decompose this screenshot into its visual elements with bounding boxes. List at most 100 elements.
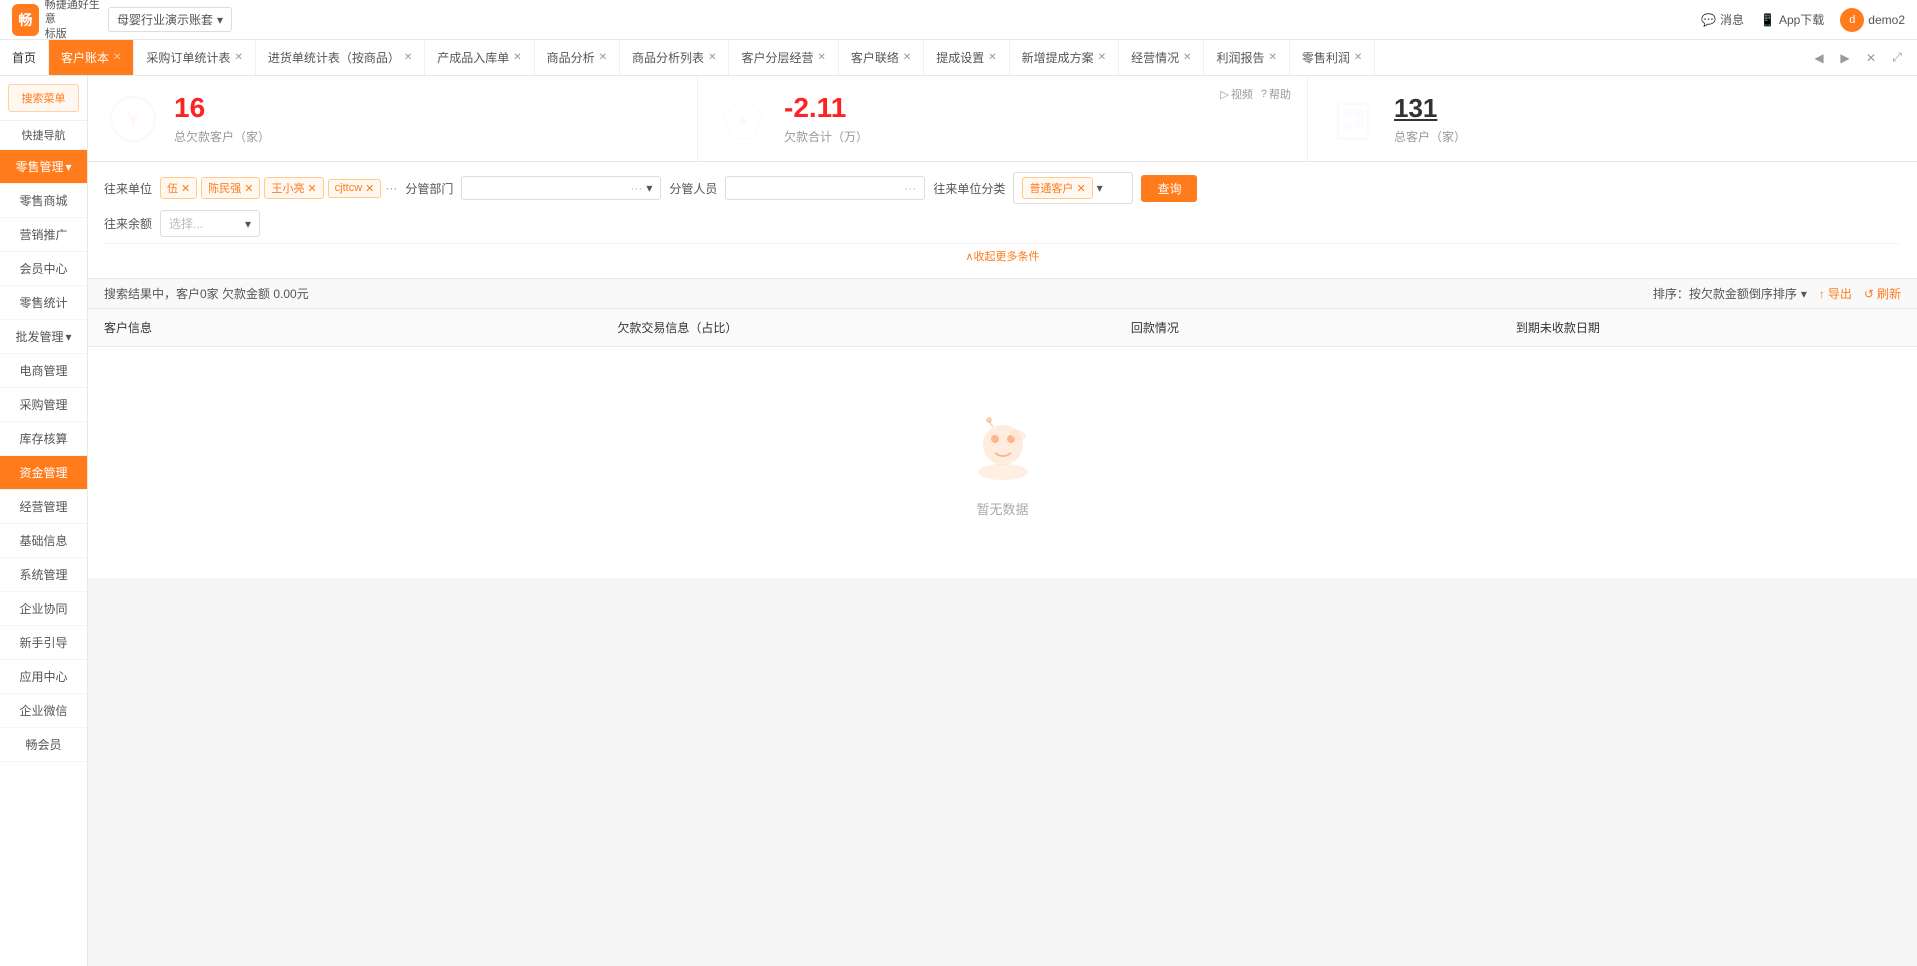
sidebar-quick-nav[interactable]: 快捷导航 <box>0 121 87 150</box>
sidebar-item-member-center[interactable]: 会员中心 <box>0 252 87 286</box>
sidebar-item-purchase[interactable]: 采购管理 <box>0 388 87 422</box>
nav-next-button[interactable]: ▶ <box>1833 46 1857 70</box>
tab-add-commission[interactable]: 新增提成方案 ✕ <box>1010 40 1119 75</box>
sidebar-item-corp-collab[interactable]: 企业协同 <box>0 592 87 626</box>
play-icon: ▷ <box>1220 88 1228 101</box>
sidebar: 搜索菜单 快捷导航 零售管理 ▾ 零售商城 营销推广 会员中心 零售统计 批发管… <box>0 76 88 966</box>
sidebar-item-inventory[interactable]: 库存核算 <box>0 422 87 456</box>
money-icon: ¥ <box>108 94 158 144</box>
sort-button[interactable]: 排序：按欠款金额倒序排序 ▾ <box>1653 285 1807 302</box>
sidebar-item-retail-stats[interactable]: 零售统计 <box>0 286 87 320</box>
tab-commission-settings[interactable]: 提成设置 ✕ <box>924 40 1009 75</box>
result-info: 搜索结果中，客户0家 欠款金额 0.00元 <box>104 285 309 302</box>
tab-production-in[interactable]: 产成品入库单 ✕ <box>425 40 534 75</box>
remove-tag-2[interactable]: ✕ <box>307 182 316 195</box>
remove-category-tag[interactable]: ✕ <box>1076 182 1085 195</box>
empty-illustration <box>963 407 1043 487</box>
more-tags-button[interactable]: ··· <box>385 181 397 195</box>
close-icon[interactable]: ✕ <box>234 52 242 63</box>
sidebar-item-member[interactable]: 畅会员 <box>0 728 87 762</box>
close-icon[interactable]: ✕ <box>903 52 911 63</box>
close-icon[interactable]: ✕ <box>513 52 521 63</box>
sidebar-item-operations[interactable]: 经营管理 <box>0 490 87 524</box>
tab-retail-profit[interactable]: 零售利润 ✕ <box>1290 40 1375 75</box>
sidebar-item-retail-manage[interactable]: 零售管理 ▾ <box>0 150 87 184</box>
video-link[interactable]: ▷ 视频 <box>1220 86 1252 102</box>
stat-label-total: 总客户（家） <box>1394 128 1466 145</box>
close-icon[interactable]: ✕ <box>113 52 121 63</box>
close-icon[interactable]: ✕ <box>1354 52 1362 63</box>
logo-icon: 畅 <box>12 4 39 36</box>
logo-area: 畅 畅捷通好生意 标版 <box>12 0 100 41</box>
message-button[interactable]: 💬 消息 <box>1701 11 1744 28</box>
sidebar-item-wholesale-manage[interactable]: 批发管理 ▾ <box>0 320 87 354</box>
nav-close-all-button[interactable]: ✕ <box>1859 46 1883 70</box>
stat-value-total: 131 <box>1394 93 1466 124</box>
dept-select[interactable]: ··· ▾ <box>461 176 661 200</box>
tab-customer-tier[interactable]: 客户分层经营 ✕ <box>729 40 838 75</box>
result-bar: 搜索结果中，客户0家 欠款金额 0.00元 排序：按欠款金额倒序排序 ▾ ↑ 导… <box>88 279 1917 309</box>
remove-tag-0[interactable]: ✕ <box>181 182 190 195</box>
building-icon <box>1328 94 1378 144</box>
phone-icon: 📱 <box>1760 13 1775 27</box>
chevron-down-icon: ▾ <box>245 217 251 231</box>
close-icon[interactable]: ✕ <box>988 52 996 63</box>
stat-value-customers: 16 <box>174 92 270 124</box>
empty-state: 暂无数据 <box>88 347 1917 578</box>
nav-prev-button[interactable]: ◀ <box>1807 46 1831 70</box>
nav-fullscreen-button[interactable]: ⤢ <box>1885 46 1909 70</box>
category-tag: 普通客户 ✕ <box>1022 177 1092 199</box>
sidebar-item-ecommerce[interactable]: 电商管理 <box>0 354 87 388</box>
person-select[interactable]: ··· <box>725 176 925 200</box>
tab-goods-analysis[interactable]: 商品分析 ✕ <box>535 40 620 75</box>
close-icon[interactable]: ✕ <box>599 52 607 63</box>
tab-profit-report[interactable]: 利润报告 ✕ <box>1204 40 1289 75</box>
unit-tags: 伍 ✕ 陈民强 ✕ 王小亮 ✕ cjttcw ✕ ··· <box>160 177 397 199</box>
help-link[interactable]: ? 帮助 <box>1261 86 1291 102</box>
sidebar-item-app-center[interactable]: 应用中心 <box>0 660 87 694</box>
more-icon: ··· <box>630 181 642 195</box>
sidebar-item-finance[interactable]: 资金管理 <box>0 456 87 490</box>
system-select[interactable]: 母婴行业演示账套 ▾ <box>108 7 232 32</box>
sidebar-item-new-guide[interactable]: 新手引导 <box>0 626 87 660</box>
sidebar-item-basic-info[interactable]: 基础信息 <box>0 524 87 558</box>
stat-info-total: 131 总客户（家） <box>1394 93 1466 145</box>
close-icon[interactable]: ✕ <box>1098 52 1106 63</box>
close-icon[interactable]: ✕ <box>817 52 825 63</box>
sidebar-item-enterprise-wechat[interactable]: 企业微信 <box>0 694 87 728</box>
close-icon[interactable]: ✕ <box>708 52 716 63</box>
app-download-button[interactable]: 📱 App下载 <box>1760 11 1824 28</box>
diamond-icon: ◆ <box>718 94 768 144</box>
search-menu-button[interactable]: 搜索菜单 <box>8 84 79 112</box>
refresh-button[interactable]: ↺ 刷新 <box>1864 285 1901 302</box>
sidebar-item-system[interactable]: 系统管理 <box>0 558 87 592</box>
tab-purchase-stats[interactable]: 进货单统计表（按商品） ✕ <box>256 40 425 75</box>
tab-customer-contact[interactable]: 客户联络 ✕ <box>839 40 924 75</box>
tab-purchase-order[interactable]: 采购订单统计表 ✕ <box>134 40 255 75</box>
table-col-customer: 客户信息 <box>104 319 617 336</box>
close-icon[interactable]: ✕ <box>404 52 412 63</box>
tab-goods-analysis-list[interactable]: 商品分析列表 ✕ <box>620 40 729 75</box>
chevron-down-icon: ▾ <box>1801 287 1807 301</box>
user-menu[interactable]: d demo2 <box>1840 8 1905 32</box>
close-icon[interactable]: ✕ <box>1183 52 1191 63</box>
tab-customer-account[interactable]: 客户账本 ✕ <box>49 40 134 75</box>
export-button[interactable]: ↑ 导出 <box>1819 285 1852 302</box>
stat-label-customers: 总欠款客户（家） <box>174 128 270 145</box>
tab-home[interactable]: 首页 <box>0 40 49 75</box>
remove-tag-1[interactable]: ✕ <box>244 182 253 195</box>
close-icon[interactable]: ✕ <box>1269 52 1277 63</box>
sidebar-item-retail-mall[interactable]: 零售商城 <box>0 184 87 218</box>
stat-card-customers: ¥ 16 总欠款客户（家） <box>88 76 698 161</box>
balance-label: 往来余额 <box>104 215 152 232</box>
collapse-button[interactable]: ∧ 收起更多条件 <box>104 243 1901 268</box>
export-icon: ↑ <box>1819 287 1825 301</box>
sidebar-search-area: 搜索菜单 <box>0 76 87 121</box>
table-area: 客户信息 欠款交易信息（占比） 回款情况 到期未收款日期 <box>88 309 1917 578</box>
remove-tag-3[interactable]: ✕ <box>365 182 374 195</box>
tab-operation[interactable]: 经营情况 ✕ <box>1119 40 1204 75</box>
sidebar-item-marketing[interactable]: 营销推广 <box>0 218 87 252</box>
query-button[interactable]: 查询 <box>1141 175 1197 202</box>
category-select[interactable]: 普通客户 ✕ ▾ <box>1013 172 1133 204</box>
balance-select[interactable]: 选择... ▾ <box>160 210 260 237</box>
